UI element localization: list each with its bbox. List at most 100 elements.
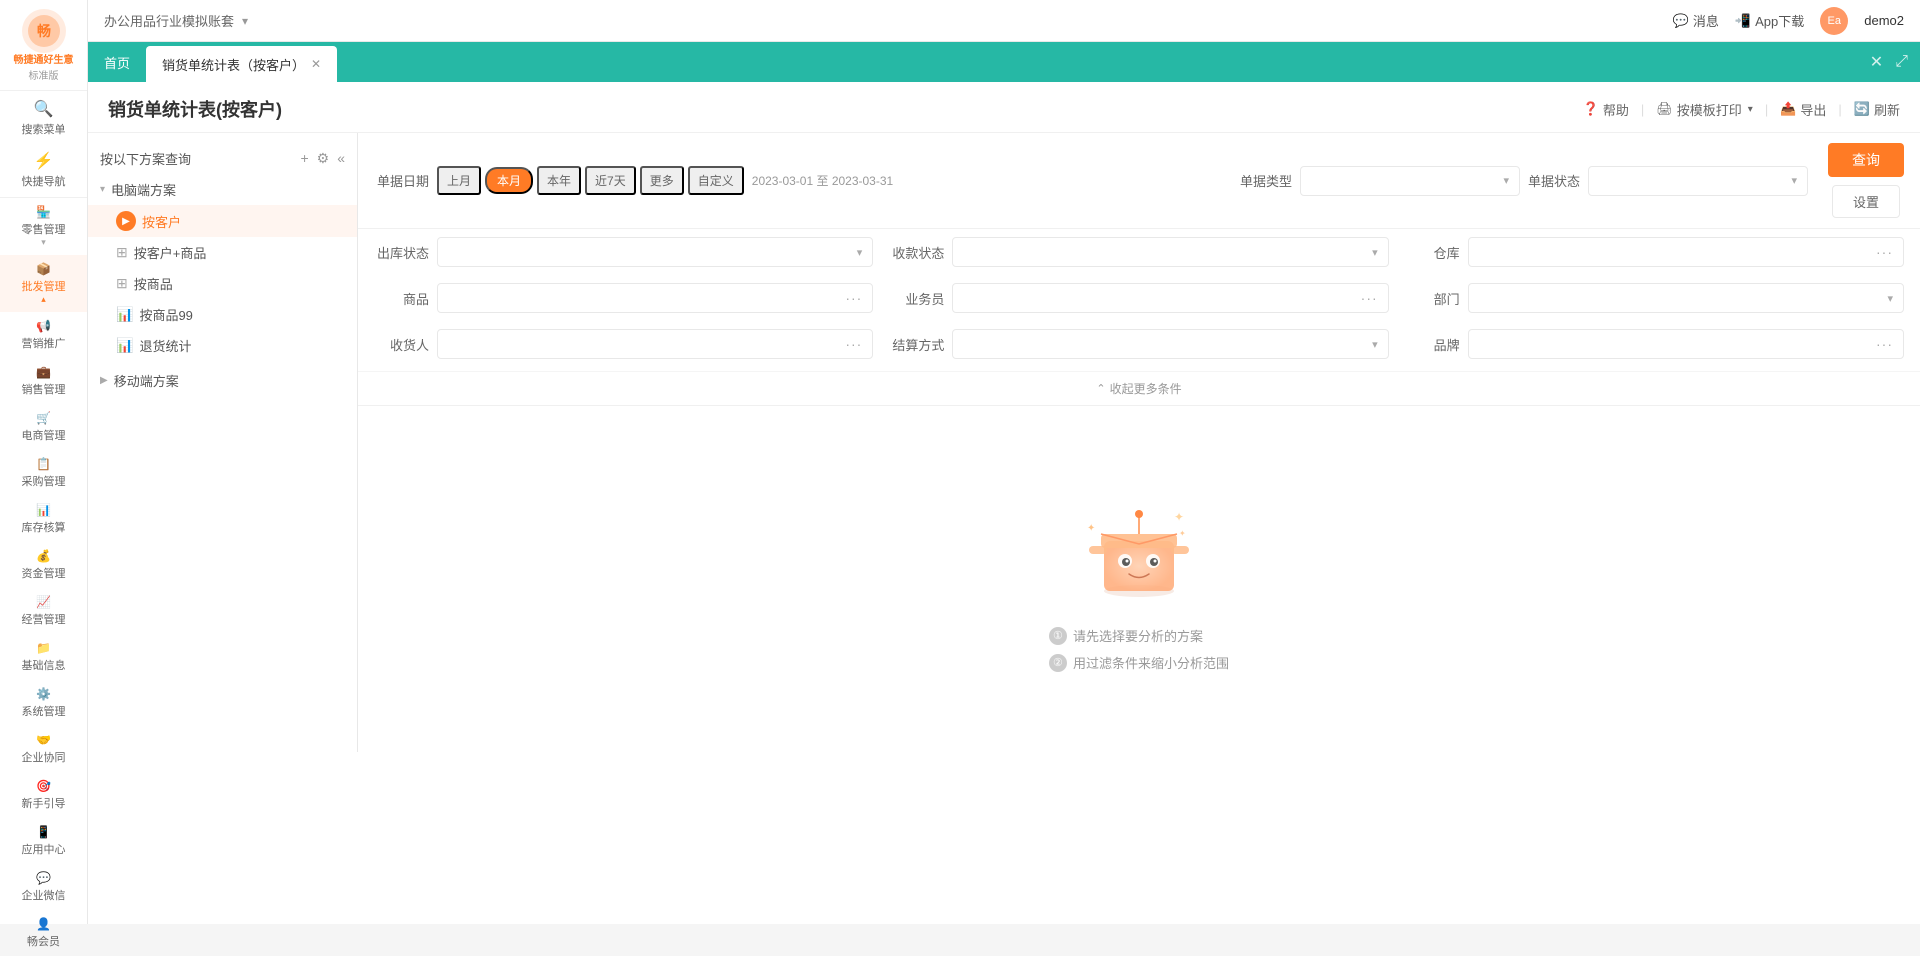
settings-scheme-button[interactable]: ⚙ — [317, 150, 330, 167]
sidebar-item-wholesale[interactable]: 📦 批发管理 ▴ — [0, 255, 87, 312]
action-divider-1: | — [1641, 102, 1644, 117]
sidebar-item-finance[interactable]: 💰 资金管理 — [0, 542, 87, 588]
username-text[interactable]: demo2 — [1864, 13, 1904, 28]
app-sub-text: 标准版 — [29, 67, 59, 82]
tree-item-goods-99[interactable]: 📊 按商品99 — [88, 299, 357, 330]
salesperson-item: 业务员 ··· — [889, 283, 1388, 313]
sidebar-item-system[interactable]: ⚙️ 系统管理 — [0, 680, 87, 726]
retail-icon: 🏪 — [36, 205, 51, 219]
tab-close-window-icon[interactable]: ✕ — [1866, 48, 1887, 76]
receiver-select[interactable]: ··· — [437, 329, 873, 359]
tree-item-by-goods[interactable]: ⊞ 按商品 — [88, 268, 357, 299]
sidebar-item-operation[interactable]: 📈 经营管理 — [0, 588, 87, 634]
salesperson-label: 业务员 — [889, 289, 944, 308]
tree-item-g99-label: 按商品99 — [139, 305, 192, 324]
export-button[interactable]: 📤 导出 — [1780, 100, 1826, 119]
settlement-select[interactable]: ▾ — [952, 329, 1388, 359]
brand-item: 品牌 ··· — [1405, 329, 1904, 359]
sidebar-item-marketing[interactable]: 📢 营销推广 — [0, 312, 87, 358]
goods-select[interactable]: ··· — [437, 283, 873, 313]
help-button[interactable]: ❓ 帮助 — [1583, 100, 1629, 119]
left-panel-header: 按以下方案查询 + ⚙ « — [88, 143, 357, 174]
refresh-icon: 🔄 — [1854, 101, 1870, 117]
add-scheme-button[interactable]: + — [300, 150, 308, 167]
sales-label: 销售管理 — [22, 381, 66, 397]
doc-type-chevron-icon: ▾ — [1503, 174, 1509, 187]
sidebar-item-ecommerce[interactable]: 🛒 电商管理 — [0, 404, 87, 450]
header-right: 💬 消息 📲 App下载 Ea demo2 — [1673, 7, 1904, 35]
filter-rows-wrapper: 单据日期 上月 本月 本年 近7天 更多 自定义 2023-03-01 至 20… — [358, 133, 1920, 406]
message-button[interactable]: 💬 消息 — [1673, 11, 1719, 30]
sidebar-item-enterprise[interactable]: 🤝 企业协同 — [0, 726, 87, 772]
date-filter-label: 单据日期 — [374, 171, 429, 190]
salesperson-select[interactable]: ··· — [952, 283, 1388, 313]
tab-sales-report[interactable]: 销货单统计表（按客户） ✕ — [146, 46, 337, 82]
payment-status-select[interactable]: ▾ — [952, 237, 1388, 267]
refresh-button[interactable]: 🔄 刷新 — [1854, 100, 1900, 119]
filter-row-3: 商品 ··· 业务员 ··· — [358, 275, 1920, 321]
breadcrumb-text: 办公用品行业模拟账套 — [104, 11, 234, 30]
sidebar-item-guide[interactable]: 🎯 新手引导 — [0, 772, 87, 818]
brand-select[interactable]: ··· — [1468, 329, 1904, 359]
search-menu-item[interactable]: 🔍 搜索菜单 — [0, 91, 87, 145]
tab-home[interactable]: 首页 — [88, 42, 146, 82]
wechat-label: 企业微信 — [22, 887, 66, 903]
customer-active-icon: ▶ — [116, 211, 136, 231]
tree-item-cg-icon: ⊞ — [116, 244, 128, 261]
guide-label: 新手引导 — [22, 795, 66, 811]
desktop-group-item[interactable]: ▾ 电脑端方案 — [88, 174, 357, 205]
sidebar-item-app-center[interactable]: 📱 应用中心 — [0, 818, 87, 864]
right-filter-group: 单据类型 ▾ 单据状态 ▾ — [1240, 143, 1904, 218]
department-select[interactable]: ▾ — [1468, 283, 1904, 313]
tree-item-ret-label: 退货统计 — [139, 336, 191, 355]
app-download-label: App下载 — [1755, 11, 1804, 30]
tree-item-by-customer[interactable]: ▶ 按客户 — [88, 205, 357, 237]
operation-label: 经营管理 — [22, 611, 66, 627]
sidebar-item-member[interactable]: 👤 畅会员 — [0, 910, 87, 956]
collapse-bar[interactable]: ⌃ 收起更多条件 — [358, 371, 1920, 405]
out-status-select[interactable]: ▾ — [437, 237, 873, 267]
date-btn-last-month[interactable]: 上月 — [437, 166, 481, 195]
date-btn-more[interactable]: 更多 — [640, 166, 684, 195]
tab-bar: 首页 销货单统计表（按客户） ✕ ✕ ⤢ — [88, 42, 1920, 82]
tree-item-returns[interactable]: 📊 退货统计 — [88, 330, 357, 361]
message-icon: 💬 — [1673, 13, 1689, 29]
app-download-button[interactable]: 📲 App下载 — [1735, 11, 1804, 30]
tab-maximize-icon[interactable]: ⤢ — [1891, 49, 1912, 75]
date-btn-7days[interactable]: 近7天 — [585, 166, 636, 195]
avatar[interactable]: Ea — [1820, 7, 1848, 35]
sidebar-item-inventory[interactable]: 📊 库存核算 — [0, 496, 87, 542]
date-btn-this-month[interactable]: 本月 — [485, 167, 533, 194]
query-button[interactable]: 查询 — [1828, 143, 1904, 177]
sidebar-item-sales[interactable]: 💼 销售管理 — [0, 358, 87, 404]
sidebar-item-retail[interactable]: 🏪 零售管理 ▾ — [0, 198, 87, 255]
settings-button[interactable]: 设置 — [1832, 185, 1900, 218]
tree-item-customer-goods[interactable]: ⊞ 按客户+商品 — [88, 237, 357, 268]
collapse-panel-button[interactable]: « — [337, 150, 345, 167]
mobile-group-item[interactable]: ▶ 移动端方案 — [88, 365, 357, 396]
goods-item: 商品 ··· — [374, 283, 873, 313]
date-btn-custom[interactable]: 自定义 — [688, 166, 744, 195]
system-icon: ⚙️ — [36, 687, 51, 701]
warehouse-select[interactable]: ··· — [1468, 237, 1904, 267]
page-title: 销货单统计表(按客户) — [108, 96, 282, 122]
app-logo-text: 畅捷通好生意 — [14, 54, 74, 67]
left-panel-title: 按以下方案查询 — [100, 149, 191, 168]
svg-text:畅: 畅 — [37, 23, 51, 39]
member-icon: 👤 — [36, 917, 51, 931]
empty-illustration: ✦ ✦ ✦ — [1079, 486, 1199, 606]
date-btn-this-year[interactable]: 本年 — [537, 166, 581, 195]
sidebar-item-purchase[interactable]: 📋 采购管理 — [0, 450, 87, 496]
page-header: 销货单统计表(按客户) ❓ 帮助 | 🖨 按模板打印 ▾ | 📤 — [88, 82, 1920, 133]
quick-nav-item[interactable]: ⚡ 快捷导航 — [0, 145, 87, 198]
basic-icon: 📁 — [36, 641, 51, 655]
template-print-button[interactable]: 🖨 按模板打印 ▾ — [1656, 100, 1753, 119]
tree-item-g-icon: ⊞ — [116, 275, 128, 292]
tab-close-icon[interactable]: ✕ — [311, 57, 321, 71]
sidebar-item-wechat[interactable]: 💬 企业微信 — [0, 864, 87, 910]
breadcrumb-dropdown-icon[interactable]: ▾ — [242, 14, 248, 28]
doc-type-select[interactable]: ▾ — [1300, 166, 1520, 196]
sidebar-item-basic[interactable]: 📁 基础信息 — [0, 634, 87, 680]
template-dropdown-icon: ▾ — [1748, 104, 1753, 115]
doc-status-select[interactable]: ▾ — [1588, 166, 1808, 196]
